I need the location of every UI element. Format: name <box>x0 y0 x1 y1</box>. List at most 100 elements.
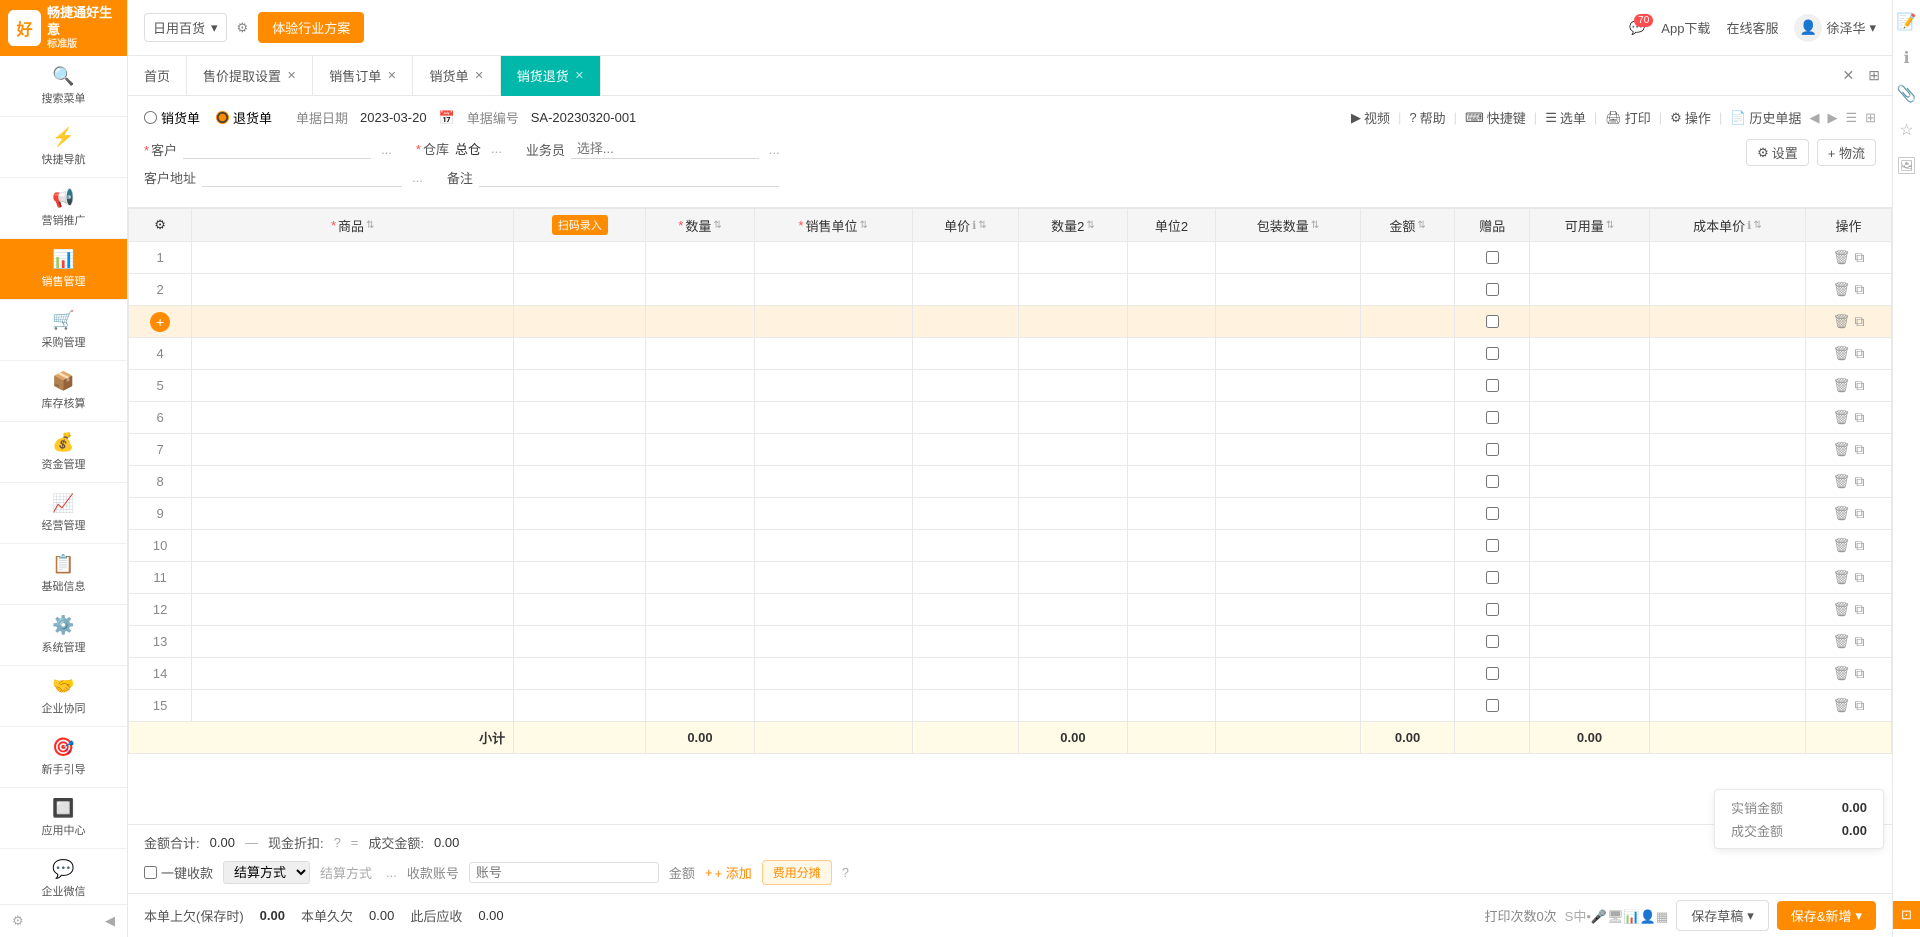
radio-delivery-input[interactable] <box>144 111 157 124</box>
cost-split-button[interactable]: 费用分摊 <box>762 860 832 885</box>
one-click-payment-input[interactable] <box>144 866 157 879</box>
address-lookup-dots[interactable]: ... <box>412 170 423 185</box>
customer-input[interactable] <box>183 139 371 159</box>
del-12[interactable]: 🗑 <box>1833 601 1851 618</box>
gift-checkbox-15[interactable] <box>1486 699 1499 712</box>
sidebar-item-operations[interactable]: 📈 经营管理 <box>0 483 127 544</box>
copy-13[interactable]: ⧉ <box>1854 633 1864 650</box>
copy-row-1-icon[interactable]: ⧉ <box>1854 249 1864 266</box>
copy-15[interactable]: ⧉ <box>1854 697 1864 714</box>
sidebar-item-sales[interactable]: 📊 销售管理 <box>0 239 127 300</box>
scan-input-button[interactable]: 扫码录入 <box>552 215 608 235</box>
tab-sales-order[interactable]: 销售订单 ✕ <box>313 56 413 96</box>
copy-6[interactable]: ⧉ <box>1854 409 1864 426</box>
sidebar-item-shortcut[interactable]: ⚡ 快捷导航 <box>0 117 127 178</box>
copy-5[interactable]: ⧉ <box>1854 377 1864 394</box>
radio-return-input[interactable] <box>216 111 229 124</box>
split-help-icon[interactable]: ? <box>842 865 849 880</box>
industry-selector[interactable]: 日用百货 ▾ <box>144 13 227 42</box>
address-input[interactable] <box>202 167 402 187</box>
del-6[interactable]: 🗑 <box>1833 409 1851 426</box>
available-sort-icon[interactable]: ⇅ <box>1606 220 1614 231</box>
right-panel-info-icon[interactable]: ℹ <box>1899 44 1913 72</box>
del-9[interactable]: 🗑 <box>1833 505 1851 522</box>
del-13[interactable]: 🗑 <box>1833 633 1851 650</box>
settings-icon[interactable]: ⚙ <box>12 913 24 929</box>
user-menu[interactable]: 👤 徐泽华 ▾ <box>1794 14 1876 42</box>
delete-row-2-icon[interactable]: 🗑 <box>1833 281 1851 298</box>
unit-price-sort-icon[interactable]: ⇅ <box>978 220 986 231</box>
sales-unit-sort-icon[interactable]: ⇅ <box>859 220 867 231</box>
quantity-sort-icon[interactable]: ⇅ <box>713 220 721 231</box>
del-15[interactable]: 🗑 <box>1833 697 1851 714</box>
right-panel-note-icon[interactable]: 📝 <box>1893 8 1920 36</box>
copy-11[interactable]: ⧉ <box>1854 569 1864 586</box>
app-download-link[interactable]: App下载 <box>1661 18 1710 37</box>
date-picker-icon[interactable]: 📅 <box>439 110 455 126</box>
del-14[interactable]: 🗑 <box>1833 665 1851 682</box>
gift-checkbox-6[interactable] <box>1486 411 1499 424</box>
discount-info-icon[interactable]: ? <box>334 835 341 850</box>
gift-checkbox-5[interactable] <box>1486 379 1499 392</box>
save-new-button[interactable]: 保存&新增 ▾ <box>1777 901 1876 930</box>
salesperson-input[interactable] <box>571 139 759 159</box>
right-panel-star-icon[interactable]: ☆ <box>1895 116 1917 144</box>
add-row-button[interactable]: + <box>150 312 170 332</box>
unit-price-info-icon[interactable]: ℹ <box>972 219 976 232</box>
sidebar-item-newbie[interactable]: 🎯 新手引导 <box>0 727 127 788</box>
del-4[interactable]: 🗑 <box>1833 345 1851 362</box>
del-10[interactable]: 🗑 <box>1833 537 1851 554</box>
del-5[interactable]: 🗑 <box>1833 377 1851 394</box>
gift-checkbox-13[interactable] <box>1486 635 1499 648</box>
copy-9[interactable]: ⧉ <box>1854 505 1864 522</box>
operate-action[interactable]: ⚙ 操作 <box>1670 108 1711 127</box>
tab-close-sales-order[interactable]: ✕ <box>387 69 396 82</box>
right-panel-image-icon[interactable]: 🖼 <box>1892 152 1920 180</box>
gear-icon[interactable]: ⚙ <box>237 20 249 36</box>
table-settings-icon[interactable]: ⚙ <box>154 217 166 232</box>
gift-checkbox-14[interactable] <box>1486 667 1499 680</box>
gift-checkbox-12[interactable] <box>1486 603 1499 616</box>
gift-checkbox-8[interactable] <box>1486 475 1499 488</box>
gift-checkbox-4[interactable] <box>1486 347 1499 360</box>
cost-price-info-icon[interactable]: ℹ <box>1747 219 1751 232</box>
tab-home[interactable]: 首页 <box>128 56 187 96</box>
settings-button[interactable]: ⚙ 设置 <box>1746 139 1809 166</box>
gift-checkbox-1[interactable] <box>1486 251 1499 264</box>
gift-checkbox-10[interactable] <box>1486 539 1499 552</box>
copy-active-row-icon[interactable]: ⧉ <box>1854 313 1864 330</box>
shortcut-action[interactable]: ⌨ 快捷键 <box>1465 108 1526 127</box>
gift-checkbox-2[interactable] <box>1486 283 1499 296</box>
radio-return[interactable]: 退货单 <box>216 108 272 127</box>
sidebar-item-inventory[interactable]: 📦 库存核算 <box>0 361 127 422</box>
history-action[interactable]: 📄 历史单据 <box>1730 108 1801 127</box>
print-action[interactable]: 🖨 打印 <box>1605 108 1651 127</box>
gift-checkbox-7[interactable] <box>1486 443 1499 456</box>
sidebar-item-basic[interactable]: 📋 基础信息 <box>0 544 127 605</box>
help-action[interactable]: ? 帮助 <box>1409 108 1445 127</box>
delete-active-row-icon[interactable]: 🗑 <box>1833 313 1851 330</box>
pack-qty-sort-icon[interactable]: ⇅ <box>1311 220 1319 231</box>
customer-lookup-dots[interactable]: ... <box>381 142 392 157</box>
promo-button[interactable]: 体验行业方案 <box>258 12 364 43</box>
product-sort-icon[interactable]: ⇅ <box>366 220 374 231</box>
quantity2-sort-icon[interactable]: ⇅ <box>1086 220 1094 231</box>
account-lookup-dots[interactable]: ... <box>386 865 397 880</box>
col-settings-header[interactable]: ⚙ <box>129 209 192 242</box>
tab-price-settings[interactable]: 售价提取设置 ✕ <box>187 56 313 96</box>
warehouse-lookup-dots[interactable]: ... <box>491 141 502 156</box>
select-action[interactable]: ☰ 选单 <box>1545 108 1586 127</box>
product-cell[interactable] <box>192 242 514 274</box>
copy-7[interactable]: ⧉ <box>1854 441 1864 458</box>
tab-close-price-settings[interactable]: ✕ <box>287 69 296 82</box>
gift-checkbox-9[interactable] <box>1486 507 1499 520</box>
tab-sales-delivery[interactable]: 销货单 ✕ <box>413 56 500 96</box>
delete-row-1-icon[interactable]: 🗑 <box>1833 249 1851 266</box>
add-payment-button[interactable]: + + 添加 <box>705 863 752 882</box>
salesperson-lookup-dots[interactable]: ... <box>769 142 780 157</box>
tab-close-sales-delivery[interactable]: ✕ <box>475 69 484 82</box>
del-11[interactable]: 🗑 <box>1833 569 1851 586</box>
right-panel-attachment-icon[interactable]: 📎 <box>1893 80 1920 108</box>
gift-checkbox-active[interactable] <box>1486 315 1499 328</box>
copy-12[interactable]: ⧉ <box>1854 601 1864 618</box>
